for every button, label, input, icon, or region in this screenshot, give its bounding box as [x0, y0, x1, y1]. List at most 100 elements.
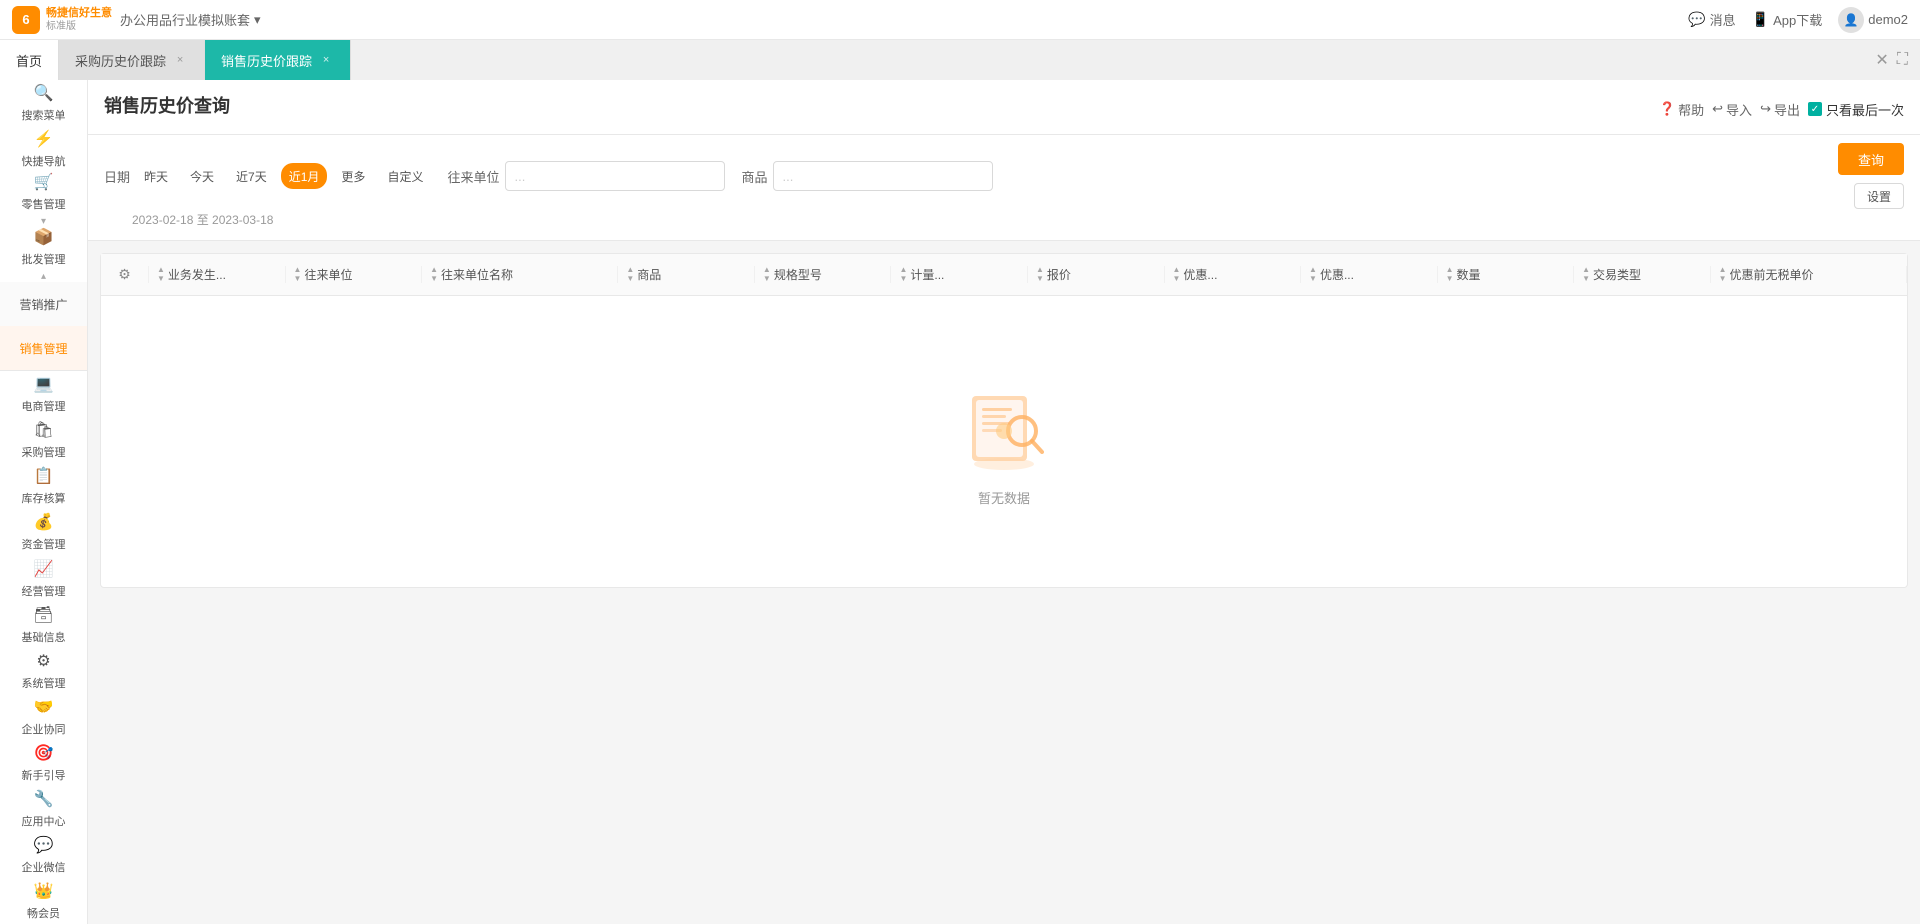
table-col-qty[interactable]: ▲▼ 数量 — [1438, 266, 1575, 283]
sidebar-item-marketing[interactable]: 营销推广 — [0, 282, 87, 326]
table-col-discount1[interactable]: ▲▼ 优惠... — [1165, 266, 1302, 283]
empty-illustration — [944, 376, 1064, 476]
sort-discount2-icon: ▲▼ — [1309, 266, 1317, 283]
cart-icon: 🛒 — [34, 172, 54, 192]
sidebar-item-retail[interactable]: 🛒 零售管理 ▾ — [0, 172, 87, 227]
workspace-selector[interactable]: 办公用品行业模拟账套 ▾ — [120, 10, 261, 29]
tab-purchase[interactable]: 采购历史价跟踪 × — [59, 40, 205, 80]
chart-icon: 📈 — [34, 559, 54, 579]
table-header: ⚙ ▲▼ 业务发生... ▲▼ 往来单位 ▲▼ 往来单位名称 — [101, 254, 1907, 296]
only-last-checkbox[interactable]: ✓ 只看最后一次 — [1808, 100, 1904, 119]
table-area: ⚙ ▲▼ 业务发生... ▲▼ 往来单位 ▲▼ 往来单位名称 — [88, 241, 1920, 924]
top-bar-left: 6 畅捷信好生意 标准版 办公用品行业模拟账套 ▾ — [12, 6, 261, 34]
sidebar-item-appstore[interactable]: 🔧 应用中心 — [0, 786, 87, 832]
target-icon: 🎯 — [34, 743, 54, 763]
table-col-partner-code[interactable]: ▲▼ 往来单位 — [286, 266, 423, 283]
table-col-spec[interactable]: ▲▼ 规格型号 — [755, 266, 892, 283]
import-icon: ↩ — [1712, 101, 1723, 117]
tab-sales-close[interactable]: × — [318, 52, 334, 68]
sidebar-item-operations[interactable]: 📈 经营管理 — [0, 555, 87, 601]
sidebar: 🔍 搜索菜单 ⚡ 快捷导航 🛒 零售管理 ▾ 📦 批发管理 ▴ 营销推广 销售管… — [0, 80, 88, 924]
date-btn-custom[interactable]: 自定义 — [379, 163, 431, 189]
tab-home[interactable]: 首页 — [0, 40, 59, 80]
crown-icon: 👑 — [34, 881, 54, 901]
sidebar-item-search[interactable]: 🔍 搜索菜单 — [0, 80, 87, 126]
export-button[interactable]: ↪ 导出 — [1760, 100, 1800, 119]
app-download-button[interactable]: 📱 App下载 — [1752, 10, 1823, 29]
sidebar-item-sales-mgr[interactable]: 销售管理 — [0, 326, 87, 370]
table-col-product[interactable]: ▲▼ 商品 — [618, 266, 755, 283]
close-tab-icon[interactable]: ✕ — [1875, 50, 1888, 70]
filter-row: 日期 昨天 今天 近7天 近1月 更多 自定义 往来单位 ... — [104, 143, 1904, 209]
content-area: 销售历史价查询 ❓ 帮助 ↩ 导入 ↪ 导出 ✓ — [88, 80, 1920, 924]
table-col-biz-date[interactable]: ▲▼ 业务发生... — [149, 266, 286, 283]
table-col-unit[interactable]: ▲▼ 计量... — [891, 266, 1028, 283]
help-button[interactable]: ❓ 帮助 — [1659, 100, 1704, 119]
filter-actions: 查询 设置 — [1838, 143, 1904, 209]
handshake-icon: 🤝 — [34, 697, 54, 717]
sidebar-item-wholesale[interactable]: 📦 批发管理 ▴ — [0, 227, 87, 282]
table-col-trade-type[interactable]: ▲▼ 交易类型 — [1574, 266, 1711, 283]
sort-spec-icon: ▲▼ — [763, 266, 771, 283]
sidebar-item-inventory[interactable]: 📋 库存核算 — [0, 463, 87, 509]
date-btn-more[interactable]: 更多 — [333, 163, 373, 189]
filter-bar: 日期 昨天 今天 近7天 近1月 更多 自定义 往来单位 ... — [88, 135, 1920, 241]
checkbox-icon: ✓ — [1808, 102, 1822, 116]
sort-discount1-icon: ▲▼ — [1173, 266, 1181, 283]
tab-sales[interactable]: 销售历史价跟踪 × — [205, 40, 351, 80]
sidebar-item-member[interactable]: 👑 畅会员 — [0, 878, 87, 924]
export-icon: ↪ — [1760, 101, 1771, 117]
maximize-icon[interactable]: ⛶ — [1897, 51, 1908, 69]
table-col-pretax-price[interactable]: ▲▼ 优惠前无税单价 — [1711, 266, 1907, 283]
sidebar-item-system[interactable]: ⚙ 系统管理 — [0, 648, 87, 694]
sidebar-item-ecommerce[interactable]: 💻 电商管理 — [0, 371, 87, 417]
date-btn-yesterday[interactable]: 昨天 — [136, 163, 176, 189]
settings-col-icon: ⚙ — [118, 266, 131, 283]
sidebar-item-basic[interactable]: 🗃 基础信息 — [0, 602, 87, 648]
table-col-settings[interactable]: ⚙ — [101, 266, 149, 283]
tab-purchase-close[interactable]: × — [172, 52, 188, 68]
table-col-partner-name[interactable]: ▲▼ 往来单位名称 — [422, 266, 618, 283]
sidebar-item-enterprise[interactable]: 🤝 企业协同 — [0, 694, 87, 740]
monitor-icon: 💻 — [34, 374, 54, 394]
sidebar-item-guide[interactable]: 🎯 新手引导 — [0, 740, 87, 786]
date-btn-today[interactable]: 今天 — [182, 163, 222, 189]
sort-pretax-price-icon: ▲▼ — [1719, 266, 1727, 283]
page-header-actions: ❓ 帮助 ↩ 导入 ↪ 导出 ✓ 只看最后一次 — [1659, 100, 1904, 119]
sidebar-item-shortcut[interactable]: ⚡ 快捷导航 — [0, 126, 87, 172]
date-btn-7days[interactable]: 近7天 — [228, 163, 275, 189]
sort-price-icon: ▲▼ — [1036, 266, 1044, 283]
empty-text: 暂无数据 — [978, 488, 1030, 507]
avatar: 👤 — [1838, 7, 1864, 33]
product-select[interactable]: ... — [773, 161, 993, 191]
sidebar-item-finance[interactable]: 💰 资金管理 — [0, 509, 87, 555]
sort-partner-name-icon: ▲▼ — [430, 266, 438, 283]
message-icon: 💬 — [1688, 11, 1705, 28]
product-filter-group: 商品 ... — [741, 161, 993, 191]
help-icon: ❓ — [1659, 101, 1675, 117]
sidebar-item-wechat[interactable]: 💬 企业微信 — [0, 832, 87, 878]
date-range-display: 2023-02-18 至 2023-03-18 — [132, 211, 1904, 228]
sort-product-icon: ▲▼ — [626, 266, 634, 283]
main-layout: 🔍 搜索菜单 ⚡ 快捷导航 🛒 零售管理 ▾ 📦 批发管理 ▴ 营销推广 销售管… — [0, 80, 1920, 924]
wechat-icon: 💬 — [34, 835, 54, 855]
sidebar-item-purchase[interactable]: 🛍 采购管理 — [0, 417, 87, 463]
chevron-down-icon: ▾ — [254, 12, 261, 28]
user-avatar[interactable]: 👤 demo2 — [1838, 7, 1908, 33]
settings-button[interactable]: 设置 — [1854, 183, 1904, 209]
query-button[interactable]: 查询 — [1838, 143, 1904, 175]
partner-filter-group: 往来单位 ... — [447, 161, 725, 191]
table-col-price[interactable]: ▲▼ 报价 — [1028, 266, 1165, 283]
top-bar-right: 💬 消息 📱 App下载 👤 demo2 — [1688, 7, 1908, 33]
retail-arrow-icon: ▾ — [41, 216, 46, 227]
date-btn-1month[interactable]: 近1月 — [281, 163, 328, 189]
import-button[interactable]: ↩ 导入 — [1712, 100, 1752, 119]
message-button[interactable]: 💬 消息 — [1688, 10, 1735, 29]
date-filter-group: 日期 昨天 今天 近7天 近1月 更多 自定义 — [104, 163, 431, 189]
sort-trade-type-icon: ▲▼ — [1582, 266, 1590, 283]
product-label: 商品 — [741, 167, 767, 186]
money-icon: 💰 — [34, 512, 54, 532]
table-col-discount2[interactable]: ▲▼ 优惠... — [1301, 266, 1438, 283]
partner-select[interactable]: ... — [505, 161, 725, 191]
data-table: ⚙ ▲▼ 业务发生... ▲▼ 往来单位 ▲▼ 往来单位名称 — [100, 253, 1908, 588]
